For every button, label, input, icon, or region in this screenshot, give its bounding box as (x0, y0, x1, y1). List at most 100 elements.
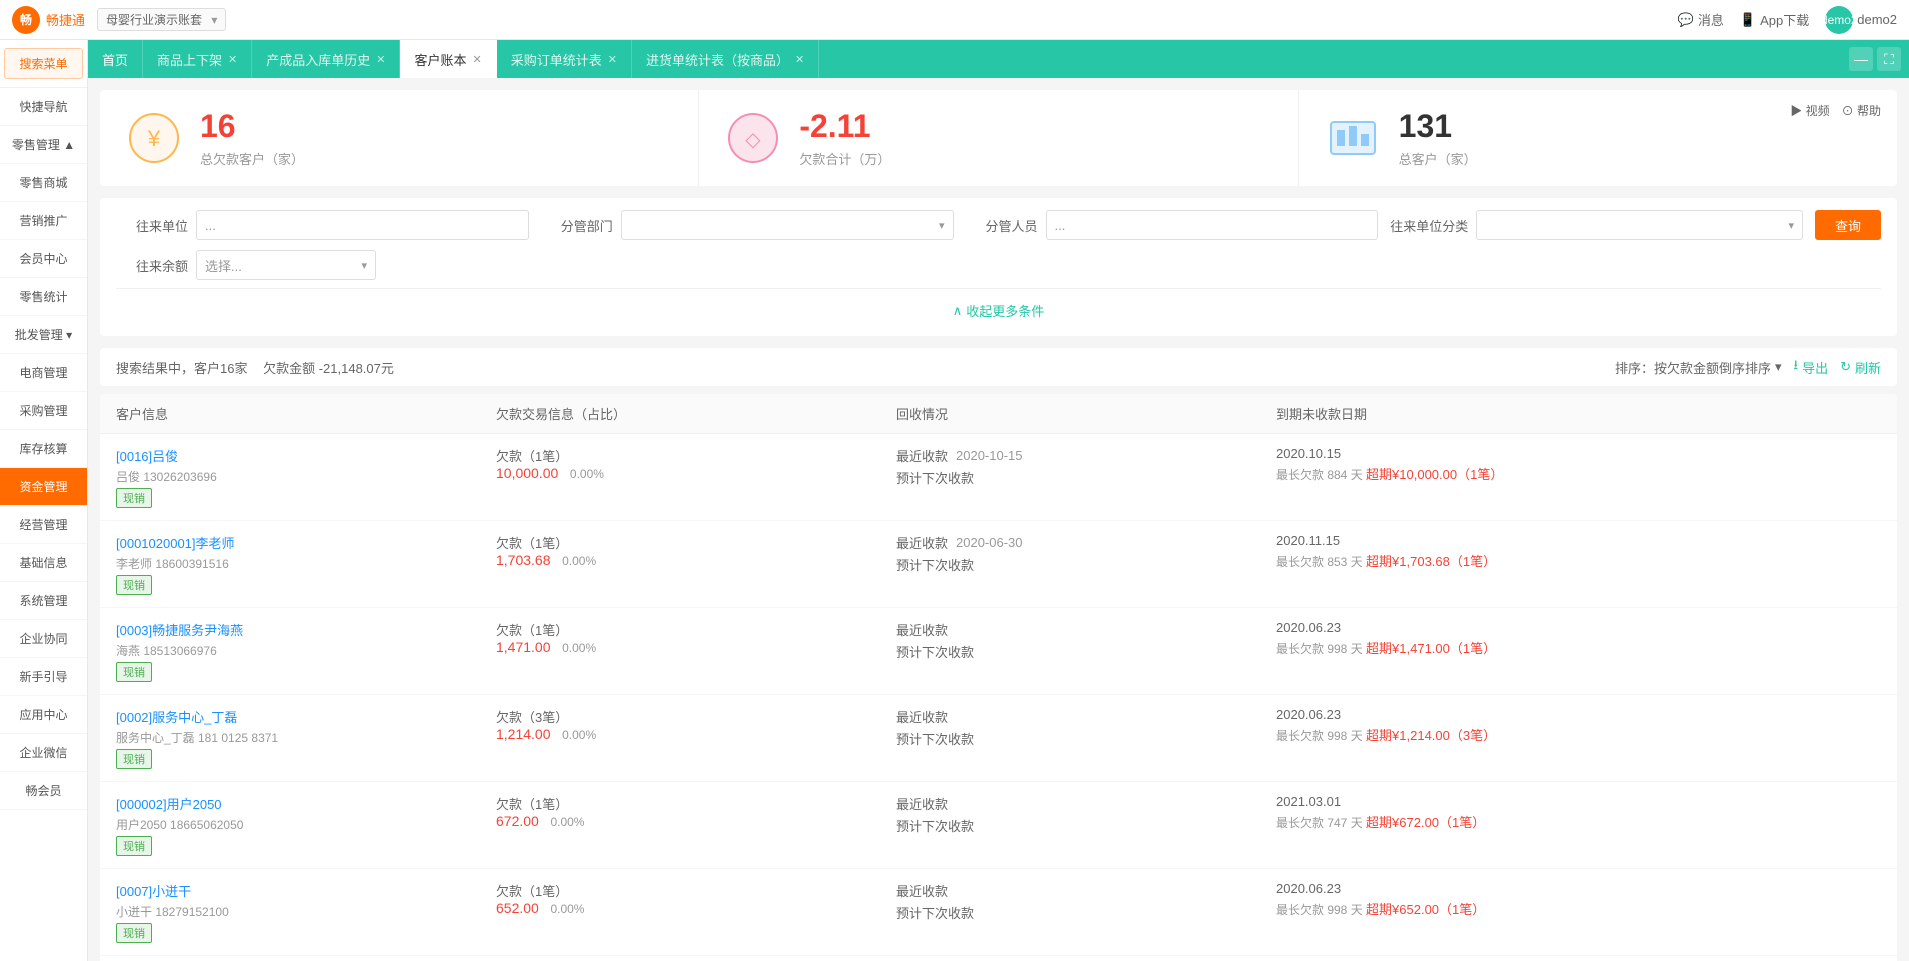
sidebar-item-ops-mgmt[interactable]: 经营管理 (0, 506, 87, 544)
sidebar-item-purchase-mgmt[interactable]: 采购管理 (0, 392, 87, 430)
customer-name-0[interactable]: [0016]吕俊 (116, 446, 496, 465)
tab-minimize-button[interactable]: — (1849, 47, 1873, 71)
card-icon-debt-total: ◇ (723, 108, 783, 168)
debt-info-4: 欠款（1笔） 672.00 0.00% (496, 794, 896, 856)
debt-info-3: 欠款（3笔） 1,214.00 0.00% (496, 707, 896, 769)
customer-phone-0: 吕俊 13026203696 (116, 468, 496, 485)
overdue-link-2[interactable]: 超期¥1,471.00（1笔） (1366, 641, 1496, 656)
source-unit-label: 往来单位 (116, 216, 188, 235)
sidebar-item-ecommerce[interactable]: 电商管理 (0, 354, 87, 392)
sidebar-item-enterprise[interactable]: 企业协同 (0, 620, 87, 658)
tab-home[interactable]: 首页 (88, 40, 143, 78)
overdue-days-5: 最长欠款 998 天 (1276, 903, 1366, 917)
overdue-row-4: 最长欠款 747 天 超期¥672.00（1笔） (1276, 812, 1881, 831)
top-bar: 畅 畅捷通 母婴行业演示账套 ▾ 💬 消息 📱 App下载 demo2 demo… (0, 0, 1909, 40)
sidebar-item-retail-mall[interactable]: 零售商城 (0, 164, 87, 202)
sidebar-item-system-mgmt[interactable]: 系统管理 (0, 582, 87, 620)
sidebar-item-vip-member[interactable]: 畅会员 (0, 772, 87, 810)
balance-input[interactable]: 选择... ▾ (196, 250, 376, 280)
message-button[interactable]: 💬 消息 (1678, 10, 1724, 29)
tab-close-product-offline[interactable]: ✕ (228, 53, 237, 66)
tab-product-offline[interactable]: 商品上下架 ✕ (143, 40, 252, 78)
filter-row-1: 往来单位 ... 分管部门 ▾ (116, 210, 1881, 240)
help-button[interactable]: ⊙ 帮助 (1842, 102, 1881, 119)
tab-customer-account[interactable]: 客户账本 ✕ (400, 40, 496, 78)
collapse-button[interactable]: ∧ 收起更多条件 (116, 297, 1881, 324)
card-actions: ▶ 视频 ⊙ 帮助 (1790, 102, 1881, 119)
overdue-link-3[interactable]: 超期¥1,214.00（3笔） (1366, 728, 1496, 743)
sidebar-item-quick-nav[interactable]: 快捷导航 (0, 88, 87, 126)
overdue-link-4[interactable]: 超期¥672.00（1笔） (1366, 815, 1485, 830)
tab-close-import-stats[interactable]: ✕ (795, 53, 804, 66)
results-actions: 排序：按欠款金额倒序排序 ▾ ⭳ 导出 ↻ 刷新 (1615, 356, 1881, 378)
export-icon: ⭳ (1794, 356, 1799, 378)
department-input[interactable]: ▾ (621, 210, 954, 240)
sidebar-item-member-center[interactable]: 会员中心 (0, 240, 87, 278)
collection-next-0: 预计下次收款 (896, 468, 1276, 487)
manager-input[interactable]: ... (1046, 210, 1379, 240)
search-button[interactable]: 查询 (1815, 210, 1881, 240)
overdue-link-0[interactable]: 超期¥10,000.00（1笔） (1366, 467, 1503, 482)
customer-name-4[interactable]: [000002]用户2050 (116, 794, 496, 813)
sidebar-item-batch-mgmt[interactable]: 批发管理 ▾ (0, 316, 87, 354)
debt-amount-4[interactable]: 672.00 (496, 813, 539, 829)
user-menu[interactable]: demo2 demo2 (1825, 6, 1897, 34)
debt-percent-1: 0.00% (562, 554, 596, 568)
tab-product-history[interactable]: 产成品入库单历史 ✕ (252, 40, 400, 78)
due-date-info-1: 2020.11.15 最长欠款 853 天 超期¥1,703.68（1笔） (1276, 533, 1881, 595)
tab-purchase-stats[interactable]: 采购订单统计表 ✕ (497, 40, 632, 78)
customer-name-5[interactable]: [0007]小迸干 (116, 881, 496, 900)
debt-amount-5[interactable]: 652.00 (496, 900, 539, 916)
collection-last-2: 最近收款 (896, 620, 1276, 639)
summary-card-debt-customers: ¥ 16 总欠款客户（家） (100, 90, 699, 186)
customer-name-2[interactable]: [0003]畅捷服务尹海燕 (116, 620, 496, 639)
sidebar-item-retail-stats[interactable]: 零售统计 (0, 278, 87, 316)
sidebar-item-retail-mgmt[interactable]: 零售管理 ▲ (0, 126, 87, 164)
sidebar-item-finance-mgmt[interactable]: 资金管理 (0, 468, 87, 506)
results-info: 搜索结果中，客户16家 欠款金额 -21,148.07元 (116, 358, 394, 377)
table-row: [0016]吕俊 吕俊 13026203696 现销 欠款（1笔） 10,000… (100, 434, 1897, 521)
export-button[interactable]: ⭳ 导出 (1794, 356, 1829, 378)
debt-total-label: 欠款合计（万） (799, 149, 890, 168)
table-row: [000002]用户2050 用户2050 18665062050 现销 欠款（… (100, 782, 1897, 869)
video-button[interactable]: ▶ 视频 (1790, 102, 1829, 119)
debt-amount-2[interactable]: 1,471.00 (496, 639, 551, 655)
sidebar: 搜索菜单 快捷导航 零售管理 ▲ 零售商城 营销推广 会员中心 零售统计 批发管… (0, 40, 88, 961)
collection-next-1: 预计下次收款 (896, 555, 1276, 574)
customer-name-3[interactable]: [0002]服务中心_丁磊 (116, 707, 496, 726)
refresh-button[interactable]: ↻ 刷新 (1840, 358, 1881, 377)
debt-amount-row-4: 672.00 0.00% (496, 813, 896, 829)
customer-tag-3: 现销 (116, 749, 152, 769)
sidebar-item-inventory[interactable]: 库存核算 (0, 430, 87, 468)
sort-select[interactable]: 排序：按欠款金额倒序排序 ▾ (1615, 358, 1782, 377)
source-unit-input[interactable]: ... (196, 210, 529, 240)
customer-phone-4: 用户2050 18665062050 (116, 816, 496, 833)
sidebar-item-enterprise-wechat[interactable]: 企业微信 (0, 734, 87, 772)
debt-amount-3[interactable]: 1,214.00 (496, 726, 551, 742)
tab-close-purchase-stats[interactable]: ✕ (608, 53, 617, 66)
tab-close-product-history[interactable]: ✕ (376, 53, 385, 66)
collection-info-2: 最近收款 预计下次收款 (896, 620, 1276, 682)
tab-import-stats[interactable]: 进货单统计表（按商品） ✕ (632, 40, 819, 78)
due-date-info-0: 2020.10.15 最长欠款 884 天 超期¥10,000.00（1笔） (1276, 446, 1881, 508)
debt-amount-1[interactable]: 1,703.68 (496, 552, 551, 568)
sidebar-item-app-center[interactable]: 应用中心 (0, 696, 87, 734)
customer-name-1[interactable]: [0001020001]李老师 (116, 533, 496, 552)
search-menu-button[interactable]: 搜索菜单 (4, 48, 83, 79)
unit-category-input[interactable]: ▾ (1476, 210, 1803, 240)
customer-info-5: [0007]小迸干 小迸干 18279152100 现销 (116, 881, 496, 943)
sidebar-item-marketing[interactable]: 营销推广 (0, 202, 87, 240)
overdue-link-1[interactable]: 超期¥1,703.68（1笔） (1366, 554, 1496, 569)
debt-percent-3: 0.00% (562, 728, 596, 742)
sort-arrow-icon: ▾ (1775, 359, 1782, 375)
table-row: [0001020001]李老师 李老师 18600391516 现销 欠款（1笔… (100, 521, 1897, 608)
store-name[interactable]: 母婴行业演示账套 ▾ (97, 8, 226, 31)
sidebar-item-new-guide[interactable]: 新手引导 (0, 658, 87, 696)
tab-close-customer-account[interactable]: ✕ (473, 53, 482, 66)
sidebar-item-basic-info[interactable]: 基础信息 (0, 544, 87, 582)
debt-amount-0[interactable]: 10,000.00 (496, 465, 558, 481)
main-layout: 搜索菜单 快捷导航 零售管理 ▲ 零售商城 营销推广 会员中心 零售统计 批发管… (0, 40, 1909, 961)
overdue-link-5[interactable]: 超期¥652.00（1笔） (1366, 902, 1485, 917)
tab-expand-button[interactable]: ⛶ (1877, 47, 1901, 71)
app-download-button[interactable]: 📱 App下载 (1740, 10, 1809, 29)
